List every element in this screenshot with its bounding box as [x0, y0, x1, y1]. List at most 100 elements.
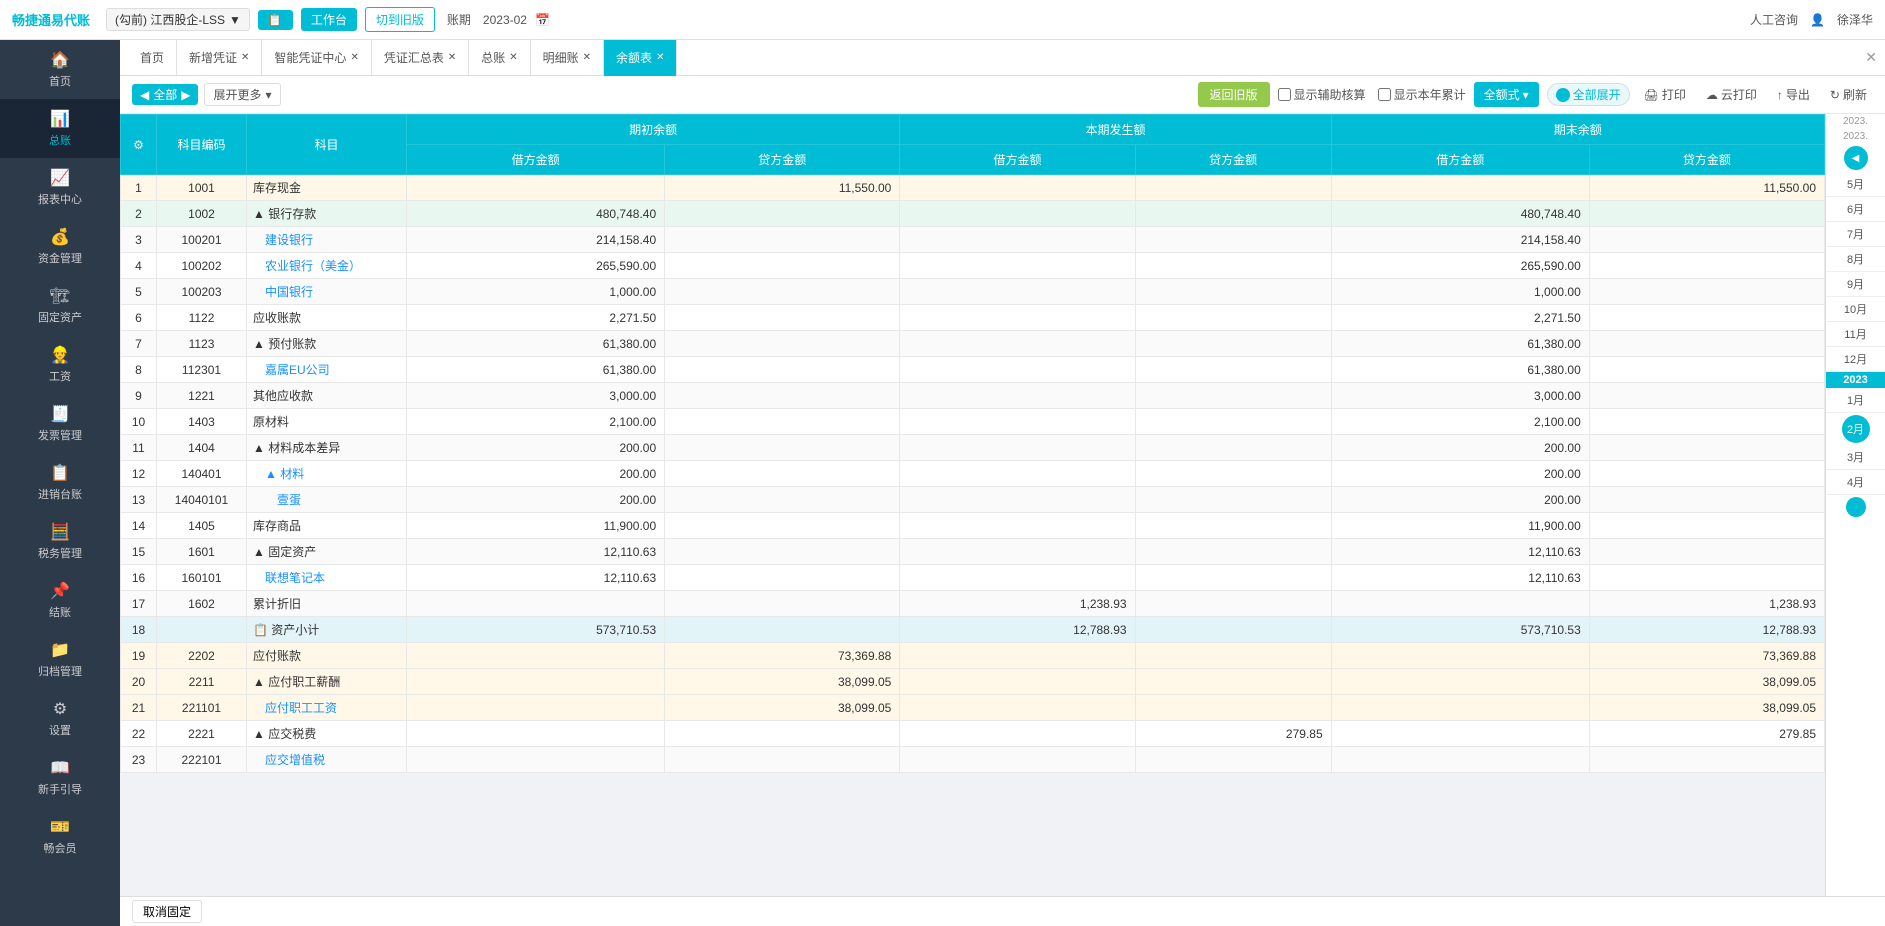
row-endcredit — [1589, 435, 1824, 461]
tab-voucher-summary[interactable]: 凭证汇总表 ✕ — [372, 40, 469, 76]
date-month-1[interactable]: 1月 — [1826, 388, 1885, 413]
sidebar-item-guide[interactable]: 📖 新手引导 — [0, 748, 120, 807]
th-end-debit: 借方金额 — [1331, 145, 1589, 175]
date-month-7[interactable]: 7月 — [1826, 222, 1885, 247]
row-endcredit: 38,099.05 — [1589, 695, 1824, 721]
date-month-3[interactable]: 3月 — [1826, 445, 1885, 470]
row-enddebit — [1331, 721, 1589, 747]
tab-home[interactable]: 首页 — [128, 40, 177, 76]
copy-button[interactable]: 📋 — [258, 10, 293, 30]
sidebar-item-invoice[interactable]: 🧾 发票管理 — [0, 394, 120, 453]
date-month-2-active[interactable]: 2月 — [1842, 415, 1870, 443]
sidebar-item-reports[interactable]: 📈 报表中心 — [0, 158, 120, 217]
subject-link[interactable]: 嘉属EU公司 — [253, 363, 330, 377]
ai-consult[interactable]: 人工咨询 — [1750, 11, 1798, 28]
quanshi-chevron-icon: ▾ — [1523, 88, 1529, 102]
show-aux-accounting-check[interactable]: 显示辅助核算 — [1278, 86, 1366, 103]
row-code: 140401 — [157, 461, 247, 487]
quanshi-btn[interactable]: 全额式 ▾ — [1474, 82, 1539, 107]
subject-link[interactable]: ▲ 材料 — [253, 467, 304, 481]
row-no: 6 — [121, 305, 157, 331]
sidebar-label-close: 结账 — [49, 604, 71, 620]
sidebar-item-settings[interactable]: ⚙ 设置 — [0, 689, 120, 748]
export-btn[interactable]: ↑ 导出 — [1771, 84, 1816, 105]
tab-voucher-summary-close[interactable]: ✕ — [448, 52, 456, 63]
sidebar-item-close[interactable]: 📌 结账 — [0, 571, 120, 630]
row-no: 17 — [121, 591, 157, 617]
tab-general-ledger-close[interactable]: ✕ — [509, 52, 517, 63]
date-month-12[interactable]: 12月 — [1826, 347, 1885, 372]
cloud-print-btn[interactable]: ☁ 云打印 — [1700, 84, 1763, 105]
row-code: 1404 — [157, 435, 247, 461]
subject-link[interactable]: 联想笔记本 — [253, 571, 325, 585]
refresh-btn[interactable]: ↻ 刷新 — [1824, 84, 1873, 105]
sidebar-item-sales[interactable]: 📋 进销台账 — [0, 453, 120, 512]
tab-new-voucher-close[interactable]: ✕ — [241, 52, 249, 63]
row-startcredit — [665, 539, 900, 565]
user-name[interactable]: 徐泽华 — [1837, 11, 1873, 28]
tab-balance-close[interactable]: ✕ — [656, 52, 664, 63]
switch-old-version-button[interactable]: 切到旧版 — [365, 7, 435, 32]
tab-new-voucher[interactable]: 新增凭证 ✕ — [177, 40, 262, 76]
date-month-5[interactable]: 5月 — [1826, 172, 1885, 197]
row-endcredit: 38,099.05 — [1589, 669, 1824, 695]
date-month-8[interactable]: 8月 — [1826, 247, 1885, 272]
row-no: 14 — [121, 513, 157, 539]
date-month-9[interactable]: 9月 — [1826, 272, 1885, 297]
tax-icon: 🧮 — [50, 522, 70, 542]
sidebar-item-ledger[interactable]: 📊 总账 — [0, 99, 120, 158]
subject-link[interactable]: 壹蛋 — [253, 493, 301, 507]
date-month-4[interactable]: 4月 — [1826, 470, 1885, 495]
main-layout: 🏠 首页 📊 总账 📈 报表中心 💰 资金管理 🏗 固定资产 👷 工资 🧾 发票… — [0, 40, 1885, 926]
row-endcredit — [1589, 253, 1824, 279]
sidebar-item-fixed-assets[interactable]: 🏗 固定资产 — [0, 276, 120, 335]
cancel-fixed-btn[interactable]: 取消固定 — [132, 900, 202, 923]
expand-more-btn[interactable]: 展开更多 ▾ — [204, 83, 280, 106]
row-endcredit — [1589, 279, 1824, 305]
show-year-accum-check[interactable]: 显示本年累计 — [1378, 86, 1466, 103]
row-code: 222101 — [157, 747, 247, 773]
expand-panel-icon[interactable]: ◀ — [1844, 146, 1868, 170]
funds-icon: 💰 — [50, 227, 70, 247]
show-aux-checkbox[interactable] — [1278, 88, 1291, 101]
tab-smart-voucher[interactable]: 智能凭证中心 ✕ — [262, 40, 371, 76]
row-enddebit: 1,000.00 — [1331, 279, 1589, 305]
date-month-11[interactable]: 11月 — [1826, 322, 1885, 347]
row-code: 1122 — [157, 305, 247, 331]
row-no: 18 — [121, 617, 157, 643]
sidebar-item-home[interactable]: 🏠 首页 — [0, 40, 120, 99]
tab-detail-ledger-close[interactable]: ✕ — [583, 52, 591, 63]
subject-link[interactable]: 农业银行（美金） — [253, 259, 361, 273]
date-panel-year-2023-label: 2023. — [1826, 114, 1885, 129]
workbench-button[interactable]: 工作台 — [301, 8, 357, 31]
sidebar-item-tax[interactable]: 🧮 税务管理 — [0, 512, 120, 571]
tab-smart-voucher-close[interactable]: ✕ — [350, 52, 358, 63]
sidebar-item-archive[interactable]: 📁 归档管理 — [0, 630, 120, 689]
date-month-6[interactable]: 6月 — [1826, 197, 1885, 222]
sidebar-item-member[interactable]: 🎫 畅会员 — [0, 807, 120, 866]
show-year-checkbox[interactable] — [1378, 88, 1391, 101]
all-filter-badge[interactable]: ◀ 全部 ▶ — [132, 84, 198, 105]
tab-detail-ledger[interactable]: 明细账 ✕ — [531, 40, 604, 76]
calendar-icon[interactable]: 📅 — [535, 13, 550, 27]
sidebar-item-funds[interactable]: 💰 资金管理 — [0, 217, 120, 276]
table-wrapper[interactable]: ⚙ 科目编码 科目 期初余额 本期发生额 期末余额 借方金额 贷方金额 借方金额… — [120, 114, 1825, 896]
sidebar-item-payroll[interactable]: 👷 工资 — [0, 335, 120, 394]
tab-general-ledger[interactable]: 总账 ✕ — [469, 40, 530, 76]
subject-link[interactable]: 应付职工工资 — [253, 701, 337, 715]
subject-link[interactable]: 中国银行 — [253, 285, 313, 299]
print-btn[interactable]: 🖨 打印 — [1638, 84, 1692, 105]
company-selector[interactable]: (勾前) 江西股企-LSS ▼ — [106, 8, 250, 31]
th-settings[interactable]: ⚙ — [121, 115, 157, 175]
row-code: 1602 — [157, 591, 247, 617]
table-row: 202211▲ 应付职工薪酬38,099.0538,099.05 — [121, 669, 1825, 695]
row-no: 10 — [121, 409, 157, 435]
close-all-tabs[interactable]: ✕ — [1865, 49, 1877, 66]
row-curdebit — [900, 357, 1135, 383]
tab-balance[interactable]: 余额表 ✕ — [604, 40, 677, 76]
expand-all-toggle[interactable]: 全部展开 — [1547, 83, 1630, 106]
date-month-10[interactable]: 10月 — [1826, 297, 1885, 322]
subject-link[interactable]: 建设银行 — [253, 233, 313, 247]
return-old-version-btn[interactable]: 返回旧版 — [1198, 82, 1270, 107]
subject-link[interactable]: 应交增值税 — [253, 753, 325, 767]
